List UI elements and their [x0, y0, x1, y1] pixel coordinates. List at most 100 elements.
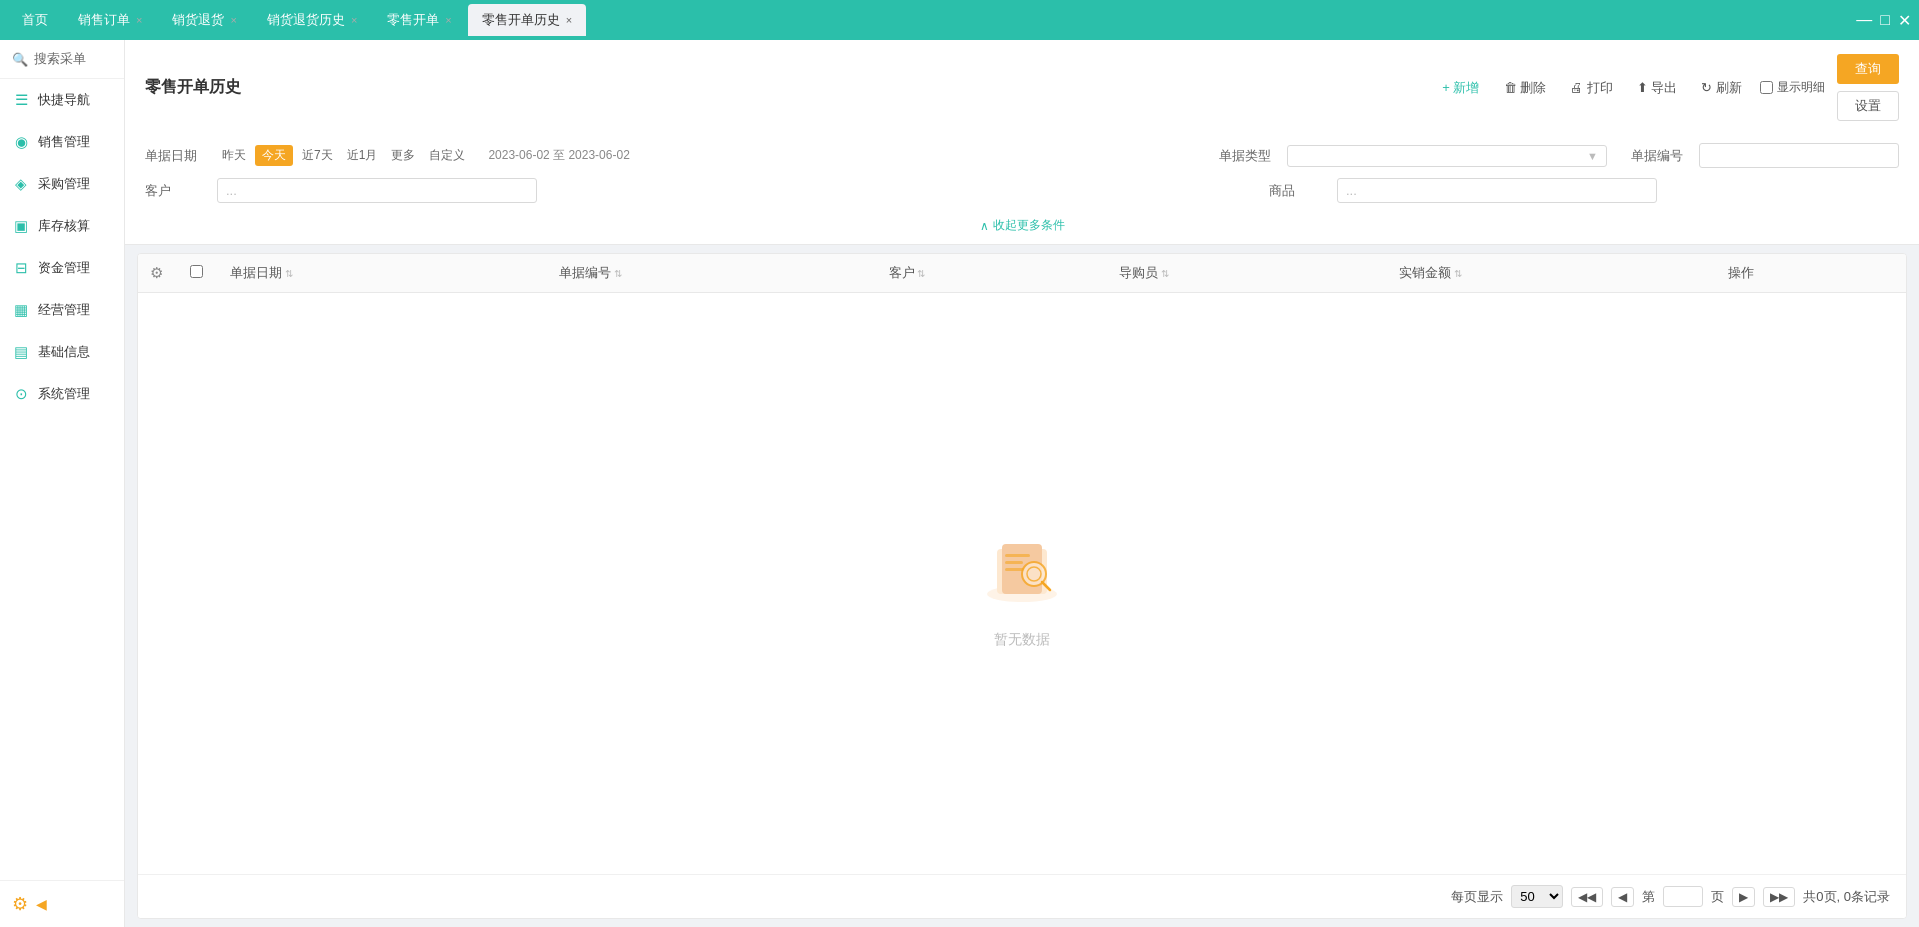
- tab-bar: 首页销售订单×销货退货×销货退货历史×零售开单×零售开单历史× — □ ✕: [0, 0, 1919, 40]
- doc-no-input[interactable]: [1699, 143, 1899, 168]
- page-title: 零售开单历史: [145, 77, 241, 98]
- query-button[interactable]: 查询: [1837, 54, 1899, 84]
- tab-label-home: 首页: [22, 11, 48, 29]
- empty-illustration: [972, 519, 1072, 619]
- sidebar-label-basic-info: 基础信息: [38, 343, 90, 361]
- col-header-customer[interactable]: 客户 ⇅: [877, 254, 1108, 293]
- sidebar-item-operations[interactable]: ▦经营管理: [0, 289, 124, 331]
- maximize-btn[interactable]: □: [1880, 11, 1890, 29]
- date-tab-more[interactable]: 更多: [386, 145, 420, 166]
- sidebar-item-quick-nav[interactable]: ☰快捷导航: [0, 79, 124, 121]
- filter-area: 单据日期 昨天今天近7天近1月更多自定义 2023-06-02 至 2023-0…: [145, 133, 1899, 244]
- content-area: 零售开单历史 + 新增 🗑 删除 🖨 打印 ⬆ 导出 ↻ 刷新 显示明细 查询 …: [125, 40, 1919, 927]
- tab-sales-order[interactable]: 销售订单 ×: [64, 4, 156, 36]
- sidebar: 🔍 搜索采单 ☰快捷导航 ◉ 销售管理 ◈采购管理 ▣ 库存核算 ⊟ 资金管理 ▦经营管理▤基础…: [0, 40, 125, 927]
- sidebar-label-finance: 资金管理: [38, 259, 90, 277]
- toolbar: + 新增 🗑 删除 🖨 打印 ⬆ 导出 ↻ 刷新 显示明细 查询 设置: [1436, 54, 1899, 121]
- sidebar-label-system: 系统管理: [38, 385, 90, 403]
- col-header-salesperson[interactable]: 导购员 ⇅: [1107, 254, 1387, 293]
- date-tab-yesterday[interactable]: 昨天: [217, 145, 251, 166]
- date-tab-custom[interactable]: 自定义: [424, 145, 470, 166]
- print-button[interactable]: 🖨 打印: [1564, 75, 1619, 101]
- close-btn[interactable]: ✕: [1898, 11, 1911, 30]
- sidebar-item-purchase-mgmt[interactable]: ◈采购管理: [0, 163, 124, 205]
- window-controls: — □ ✕: [1856, 11, 1911, 30]
- collapse-filter-btn[interactable]: ∧ 收起更多条件: [145, 213, 1899, 244]
- tab-home[interactable]: 首页: [8, 4, 62, 36]
- col-header-action: 操作: [1716, 254, 1906, 293]
- sidebar-icon-inventory: ▣: [12, 217, 30, 235]
- sidebar-icon-quick-nav: ☰: [12, 91, 30, 109]
- sidebar-label-purchase-mgmt: 采购管理: [38, 175, 90, 193]
- tab-close-retail-open-history[interactable]: ×: [566, 14, 572, 26]
- display-detail-input[interactable]: [1760, 81, 1773, 94]
- col-header-amount[interactable]: 实销金额 ⇅: [1387, 254, 1716, 293]
- per-page-select[interactable]: 102050100: [1511, 885, 1563, 908]
- add-button[interactable]: + 新增: [1436, 75, 1485, 101]
- minimize-btn[interactable]: —: [1856, 11, 1872, 29]
- sidebar-item-basic-info[interactable]: ▤基础信息: [0, 331, 124, 373]
- sidebar-icon-finance: ⊟: [12, 259, 30, 277]
- tab-retail-open-history[interactable]: 零售开单历史 ×: [468, 4, 586, 36]
- sort-icon-date: ⇅: [282, 268, 293, 279]
- sidebar-icon-sales-mgmt: ◉: [12, 133, 30, 151]
- date-tab-last1m[interactable]: 近1月: [342, 145, 383, 166]
- page-header: 零售开单历史 + 新增 🗑 删除 🖨 打印 ⬆ 导出 ↻ 刷新 显示明细 查询 …: [125, 40, 1919, 245]
- date-label: 单据日期: [145, 147, 205, 165]
- chevron-down-icon: ▼: [1587, 150, 1598, 162]
- delete-button[interactable]: 🗑 删除: [1498, 75, 1553, 101]
- tab-label-retail-open: 零售开单: [387, 11, 439, 29]
- date-tabs: 昨天今天近7天近1月更多自定义: [217, 145, 470, 166]
- page-label: 页: [1711, 888, 1724, 906]
- refresh-button[interactable]: ↻ 刷新: [1695, 75, 1748, 101]
- sidebar-bottom: ⚙ ◀: [0, 880, 124, 927]
- empty-state: 暂无数据: [138, 293, 1906, 874]
- setting-button[interactable]: 设置: [1837, 91, 1899, 121]
- tab-label-sales-return: 销货退货: [172, 11, 224, 29]
- tab-sales-return[interactable]: 销货退货 ×: [158, 4, 250, 36]
- sidebar-item-inventory[interactable]: ▣ 库存核算: [0, 205, 124, 247]
- customer-input[interactable]: ...: [217, 178, 537, 203]
- goods-input[interactable]: ...: [1337, 178, 1657, 203]
- table-container: ⚙ 单据日期 ⇅单据编号 ⇅客户 ⇅导购员 ⇅实销金额 ⇅操作: [137, 253, 1907, 919]
- doc-type-label: 单据类型: [1219, 147, 1279, 165]
- svg-rect-4: [1005, 561, 1023, 564]
- display-detail-checkbox[interactable]: 显示明细: [1760, 79, 1825, 96]
- doc-type-select[interactable]: ▼: [1287, 145, 1607, 167]
- doc-no-label: 单据编号: [1631, 147, 1691, 165]
- date-tab-last7[interactable]: 近7天: [297, 145, 338, 166]
- tab-label-retail-open-history: 零售开单历史: [482, 11, 560, 29]
- export-button[interactable]: ⬆ 导出: [1631, 75, 1684, 101]
- tab-close-retail-open[interactable]: ×: [445, 14, 451, 26]
- sidebar-item-finance[interactable]: ⊟ 资金管理: [0, 247, 124, 289]
- sidebar-item-sales-mgmt[interactable]: ◉ 销售管理: [0, 121, 124, 163]
- collapse-sidebar-icon[interactable]: ◀: [36, 896, 47, 912]
- column-settings-icon[interactable]: ⚙: [150, 264, 163, 281]
- goods-label: 商品: [1269, 182, 1329, 200]
- sidebar-search[interactable]: 🔍 搜索采单: [0, 40, 124, 79]
- search-icon: 🔍: [12, 52, 28, 67]
- next-page-btn[interactable]: ▶: [1732, 887, 1755, 907]
- current-page-input[interactable]: 1: [1663, 886, 1703, 907]
- col-header-no[interactable]: 单据编号 ⇅: [547, 254, 876, 293]
- tab-retail-open[interactable]: 零售开单 ×: [373, 4, 465, 36]
- sidebar-label-inventory: 库存核算: [38, 217, 90, 235]
- tab-label-sales-order: 销售订单: [78, 11, 130, 29]
- last-page-btn[interactable]: ▶▶: [1763, 887, 1795, 907]
- date-tab-today[interactable]: 今天: [255, 145, 293, 166]
- settings-icon[interactable]: ⚙: [12, 893, 28, 915]
- col-header-date[interactable]: 单据日期 ⇅: [218, 254, 547, 293]
- first-page-btn[interactable]: ◀◀: [1571, 887, 1603, 907]
- tab-close-sales-return-history[interactable]: ×: [351, 14, 357, 26]
- tab-close-sales-order[interactable]: ×: [136, 14, 142, 26]
- sort-icon-customer: ⇅: [915, 268, 926, 279]
- prev-page-btn[interactable]: ◀: [1611, 887, 1634, 907]
- select-all-checkbox[interactable]: [190, 265, 203, 278]
- sidebar-label-sales-mgmt: 销售管理: [38, 133, 90, 151]
- total-info: 共0页, 0条记录: [1803, 888, 1890, 906]
- tab-close-sales-return[interactable]: ×: [230, 14, 236, 26]
- tab-sales-return-history[interactable]: 销货退货历史×: [253, 4, 371, 36]
- sidebar-item-system[interactable]: ⊙系统管理: [0, 373, 124, 415]
- sort-icon-amount: ⇅: [1451, 268, 1462, 279]
- sidebar-label-operations: 经营管理: [38, 301, 90, 319]
